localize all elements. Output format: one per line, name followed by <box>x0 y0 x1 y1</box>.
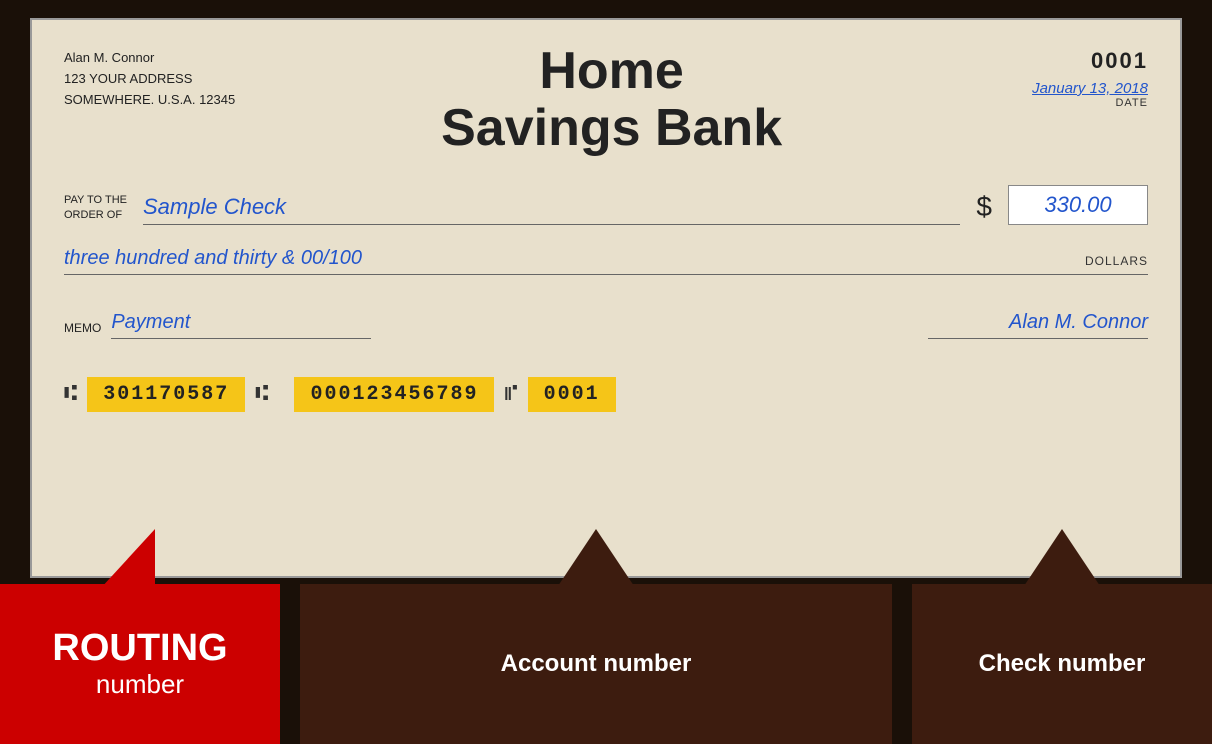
address-line2: SOMEWHERE. U.S.A. 12345 <box>64 90 235 111</box>
memo-left: MEMO Payment <box>64 311 928 339</box>
check-number-display: 0001 <box>988 48 1148 74</box>
account-label: Account number <box>501 650 692 678</box>
check-date-area: January 13, 2018 DATE <box>988 80 1148 109</box>
written-amount: three hundred and thirty & 00/100 <box>64 247 362 270</box>
amount-value: 330.00 <box>1044 192 1111 217</box>
address-name: Alan M. Connor <box>64 48 235 69</box>
check-number-label: Check number <box>979 650 1146 678</box>
pay-section: PAY TO THE ORDER OF Sample Check $ 330.0… <box>64 185 1148 225</box>
check-top-right: 0001 January 13, 2018 DATE <box>988 48 1148 109</box>
date-label: DATE <box>988 97 1148 109</box>
written-amount-row: three hundred and thirty & 00/100 DOLLAR… <box>64 247 1148 275</box>
routing-text: ROUTING number <box>52 628 227 701</box>
check-number-micr: 0001 <box>528 377 616 412</box>
check-area: Alan M. Connor 123 YOUR ADDRESS SOMEWHER… <box>0 0 1212 584</box>
dollars-label: DOLLARS <box>1085 254 1148 270</box>
bank-name: Home Savings Bank <box>441 43 782 157</box>
micr-equals-symbol: ⑈ <box>504 382 517 407</box>
check-top: Alan M. Connor 123 YOUR ADDRESS SOMEWHER… <box>64 48 1148 157</box>
memo-value: Payment <box>111 311 190 333</box>
memo-section: MEMO Payment Alan M. Connor <box>64 311 1148 339</box>
memo-line: Payment <box>111 311 371 339</box>
payee-name: Sample Check <box>143 194 286 219</box>
account-arrow <box>556 529 636 589</box>
amount-box: 330.00 <box>1008 185 1148 225</box>
check-number-section: Check number <box>912 584 1212 744</box>
routing-title: ROUTING <box>52 628 227 670</box>
gap2 <box>892 584 912 744</box>
check-address: Alan M. Connor 123 YOUR ADDRESS SOMEWHER… <box>64 48 235 110</box>
routing-number-micr: 301170587 <box>87 377 245 412</box>
signature-line: Alan M. Connor <box>928 311 1148 339</box>
routing-sub: number <box>52 669 227 700</box>
micr-open-symbol: ⑆ <box>64 382 77 407</box>
check-date-value: January 13, 2018 <box>988 80 1148 97</box>
pay-to-line: Sample Check <box>143 194 960 225</box>
check: Alan M. Connor 123 YOUR ADDRESS SOMEWHER… <box>30 18 1182 578</box>
account-number-micr: 000123456789 <box>294 377 494 412</box>
bottom-area: ROUTING number Account number Check numb… <box>0 584 1212 744</box>
routing-arrow <box>100 529 155 589</box>
dollar-sign: $ <box>976 191 992 225</box>
signature-value: Alan M. Connor <box>1009 311 1148 333</box>
address-line1: 123 YOUR ADDRESS <box>64 69 235 90</box>
pay-to-label: PAY TO THE ORDER OF <box>64 193 127 226</box>
memo-label: MEMO <box>64 321 101 339</box>
gap1 <box>280 584 300 744</box>
micr-close-symbol: ⑆ <box>255 382 268 407</box>
account-section: Account number <box>300 584 892 744</box>
routing-section: ROUTING number <box>0 584 280 744</box>
micr-section: ⑆ 301170587 ⑆ 000123456789 ⑈ 0001 <box>64 377 1148 412</box>
check-number-arrow <box>1022 529 1102 589</box>
